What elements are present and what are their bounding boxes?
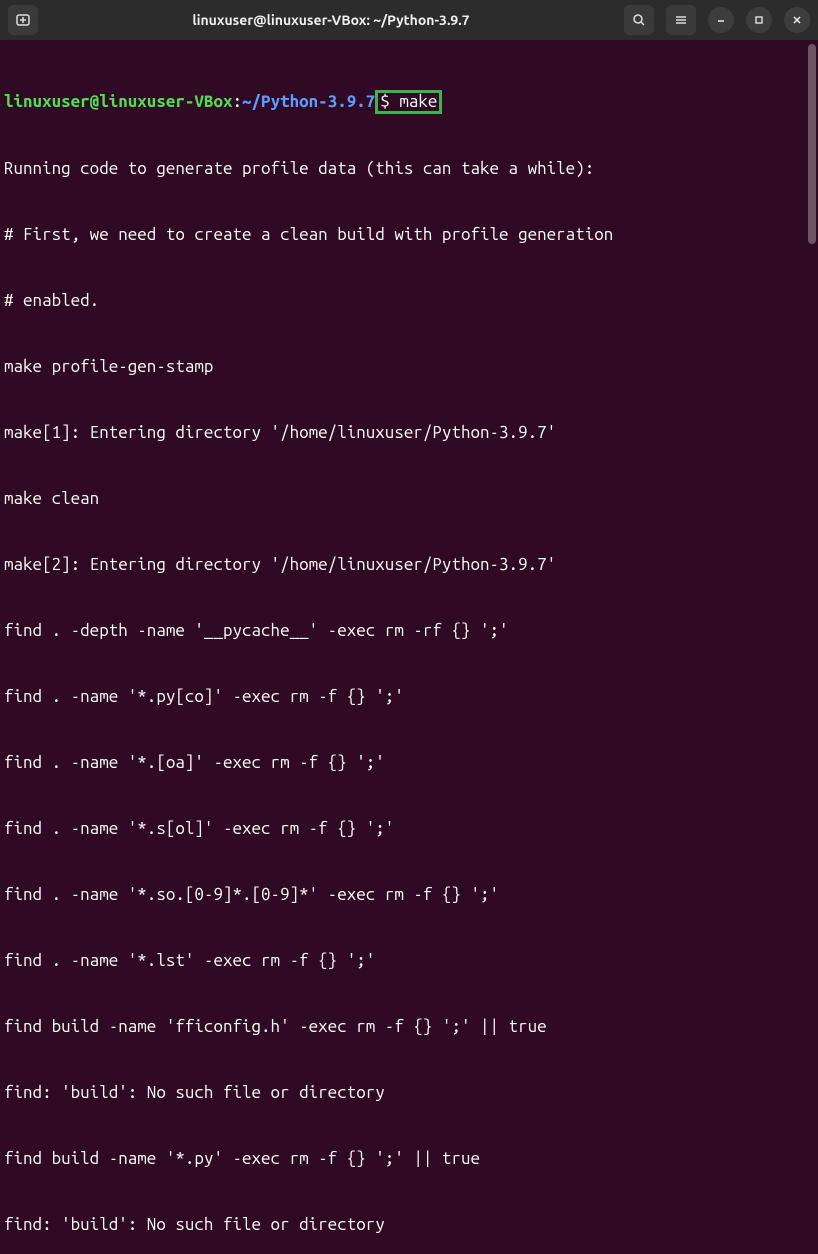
command-highlight: $ make	[375, 90, 442, 114]
output-line: find . -name '*.py[co]' -exec rm -f {} '…	[4, 686, 814, 708]
output-line: find . -name '*.[oa]' -exec rm -f {} ';'	[4, 752, 814, 774]
output-line: find . -depth -name '__pycache__' -exec …	[4, 620, 814, 642]
minimize-button[interactable]	[708, 7, 734, 33]
prompt-colon: :	[232, 92, 242, 111]
output-line: find . -name '*.lst' -exec rm -f {} ';'	[4, 950, 814, 972]
output-line: make clean	[4, 488, 814, 510]
output-line: find build -name 'fficonfig.h' -exec rm …	[4, 1016, 814, 1038]
output-line: find build -name '*.py' -exec rm -f {} '…	[4, 1148, 814, 1170]
output-line: # enabled.	[4, 290, 814, 312]
titlebar: linuxuser@linuxuser-VBox: ~/Python-3.9.7	[0, 0, 818, 40]
close-button[interactable]	[784, 7, 810, 33]
output-line: find: 'build': No such file or directory	[4, 1082, 814, 1104]
terminal-output[interactable]: linuxuser@linuxuser-VBox:~/Python-3.9.7 $…	[0, 40, 818, 1254]
prompt-path: ~/Python-3.9.7	[242, 92, 375, 111]
maximize-button[interactable]	[746, 7, 772, 33]
output-line: Running code to generate profile data (t…	[4, 158, 814, 180]
output-line: # First, we need to create a clean build…	[4, 224, 814, 246]
output-line: make[2]: Entering directory '/home/linux…	[4, 554, 814, 576]
scrollbar-thumb[interactable]	[808, 44, 816, 244]
prompt-command: $ make	[380, 92, 437, 111]
output-line: make profile-gen-stamp	[4, 356, 814, 378]
titlebar-right	[624, 5, 810, 35]
prompt-line: linuxuser@linuxuser-VBox:~/Python-3.9.7 $…	[4, 90, 814, 114]
output-line: find: 'build': No such file or directory	[4, 1214, 814, 1236]
prompt-user-host: linuxuser@linuxuser-VBox	[4, 92, 232, 111]
titlebar-left	[8, 5, 38, 35]
menu-button[interactable]	[666, 5, 696, 35]
search-button[interactable]	[624, 5, 654, 35]
window-title: linuxuser@linuxuser-VBox: ~/Python-3.9.7	[46, 9, 616, 31]
output-line: find . -name '*.so.[0-9]*.[0-9]*' -exec …	[4, 884, 814, 906]
output-line: make[1]: Entering directory '/home/linux…	[4, 422, 814, 444]
new-tab-button[interactable]	[8, 5, 38, 35]
output-line: find . -name '*.s[ol]' -exec rm -f {} ';…	[4, 818, 814, 840]
